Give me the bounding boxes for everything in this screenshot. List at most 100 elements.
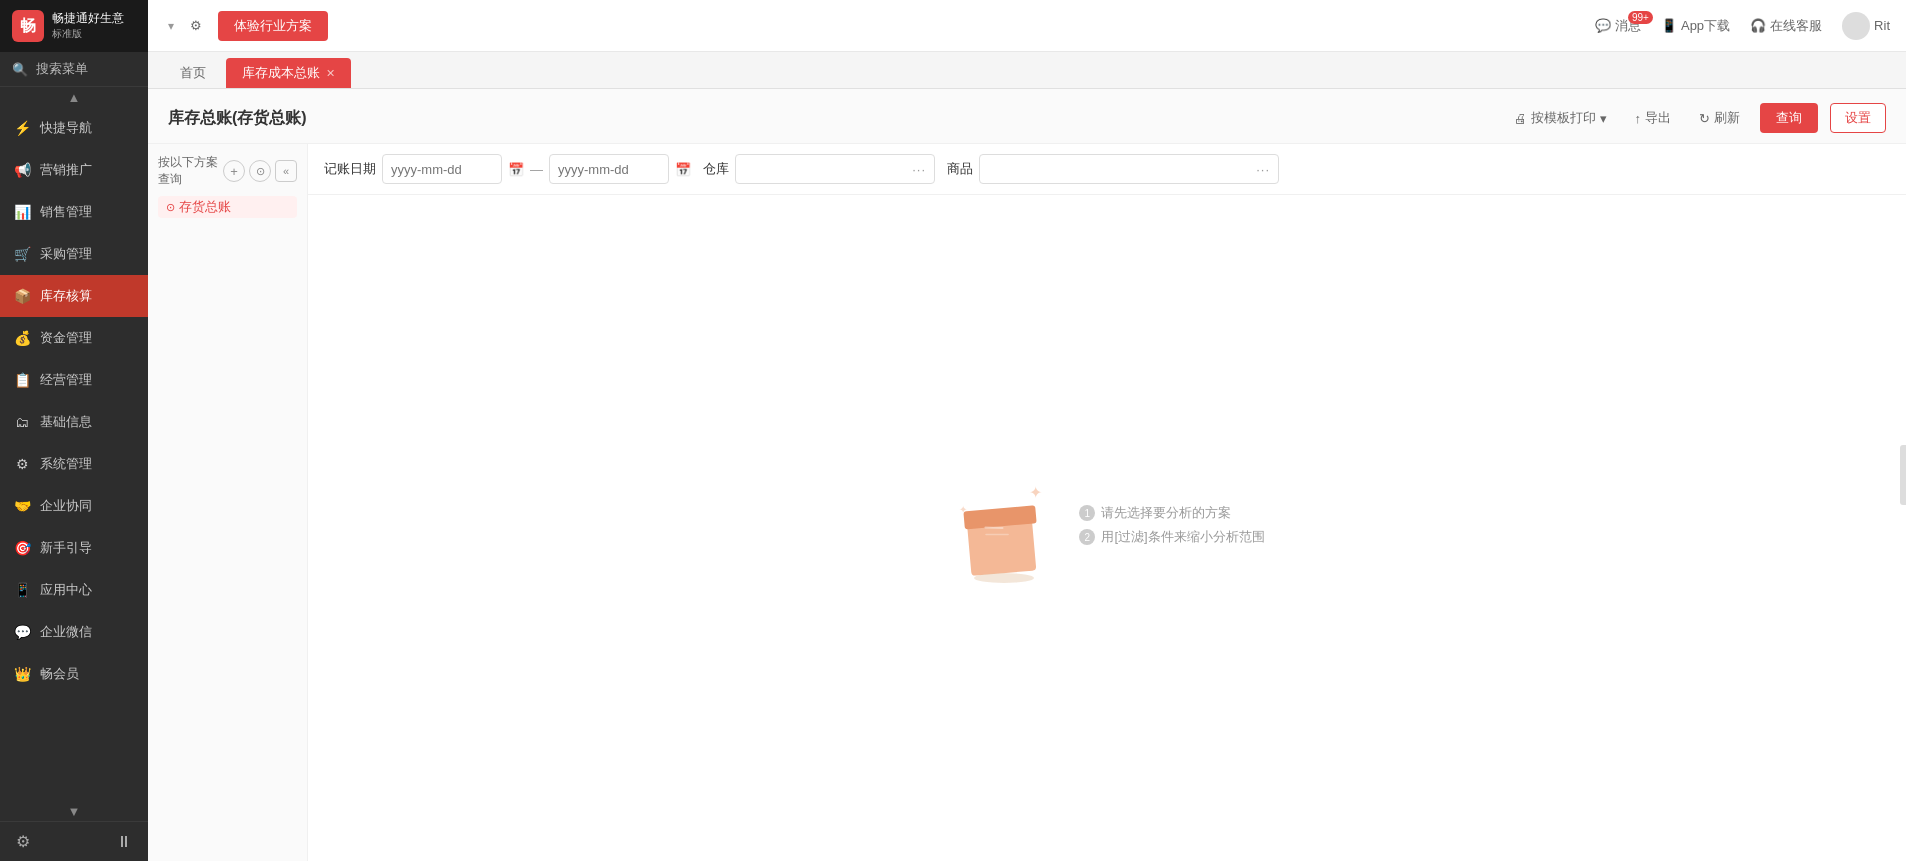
add-scheme-button[interactable]: +: [223, 160, 245, 182]
page-area: 库存总账(存货总账) 🖨 按模板打印 ▾ ↑ 导出 ↻ 刷新 查询 设置: [148, 89, 1906, 861]
empty-state: ✦ ✦ 1 请先选择要分析的方案 2 用[: [308, 195, 1906, 861]
sidebar-item-quick-nav[interactable]: ⚡ 快捷导航: [0, 107, 148, 149]
operations-icon: 📋: [12, 370, 32, 390]
sidebar-item-label: 企业微信: [40, 623, 92, 641]
date-filter-group: 记账日期 📅 — 📅: [324, 154, 691, 184]
date-start-input[interactable]: [382, 154, 502, 184]
topbar-settings-button[interactable]: ⚙: [182, 12, 210, 40]
step-2-circle: 2: [1079, 529, 1095, 545]
warehouse-select[interactable]: ···: [735, 154, 935, 184]
date-end-input[interactable]: [549, 154, 669, 184]
refresh-label: 刷新: [1714, 109, 1740, 127]
print-label: 按模板打印: [1531, 109, 1596, 127]
top-bar: ▾ ⚙ 体验行业方案 💬 消息 99+ 📱 App下载 🎧 在线客服: [148, 0, 1906, 52]
refresh-button[interactable]: ↻ 刷新: [1691, 105, 1748, 131]
online-support-button[interactable]: 🎧 在线客服: [1750, 17, 1822, 35]
filter-row: 记账日期 📅 — 📅 仓库 ···: [308, 144, 1906, 195]
system-icon: ⚙: [12, 454, 32, 474]
sidebar-item-finance[interactable]: 💰 资金管理: [0, 317, 148, 359]
app-download-label: App下载: [1681, 17, 1730, 35]
sidebar-item-basic[interactable]: 🗂 基础信息: [0, 401, 148, 443]
sidebar-item-enterprise[interactable]: 🤝 企业协同: [0, 485, 148, 527]
sidebar-item-label: 快捷导航: [40, 119, 92, 137]
filter-label: 按以下方案查询: [158, 154, 223, 188]
tab-home[interactable]: 首页: [164, 58, 222, 88]
member-icon: 👑: [12, 664, 32, 684]
top-bar-left: ▾ ⚙ 体验行业方案: [164, 11, 1595, 41]
avatar: [1842, 12, 1870, 40]
message-icon: 💬: [1595, 18, 1611, 33]
newbie-icon: 🎯: [12, 538, 32, 558]
print-icon: 🖨: [1514, 111, 1527, 126]
app-download-button[interactable]: 📱 App下载: [1661, 17, 1730, 35]
sidebar-item-label: 基础信息: [40, 413, 92, 431]
warehouse-more-icon[interactable]: ···: [912, 162, 926, 177]
tab-close-icon[interactable]: ✕: [326, 67, 335, 80]
sidebar-item-member[interactable]: 👑 畅会员: [0, 653, 148, 695]
message-badge: 99+: [1628, 11, 1653, 24]
search-menu-item[interactable]: 🔍 搜索菜单: [0, 52, 148, 87]
sidebar-item-inventory[interactable]: 📦 库存核算: [0, 275, 148, 317]
app-logo: 畅 畅捷通好生意 标准版: [0, 0, 148, 52]
scheme-item-inventory[interactable]: ⊙ 存货总账: [158, 196, 297, 218]
sidebar-item-sales[interactable]: 📊 销售管理: [0, 191, 148, 233]
trial-button[interactable]: 体验行业方案: [218, 11, 328, 41]
product-label: 商品: [947, 160, 973, 178]
audio-footer-icon[interactable]: ⏸: [116, 833, 132, 851]
product-more-icon[interactable]: ···: [1256, 162, 1270, 177]
sidebar-item-label: 系统管理: [40, 455, 92, 473]
breadcrumb: ▾: [164, 19, 174, 33]
svg-text:✦: ✦: [1029, 484, 1042, 501]
sidebar-item-system[interactable]: ⚙ 系统管理: [0, 443, 148, 485]
refresh-icon: ↻: [1699, 111, 1710, 126]
scheme-icon: ⊙: [166, 201, 175, 214]
scroll-down-arrow[interactable]: ▼: [0, 801, 148, 821]
calendar-end-icon[interactable]: 📅: [675, 162, 691, 177]
sidebar-item-label: 库存核算: [40, 287, 92, 305]
marketing-icon: 📢: [12, 160, 32, 180]
sidebar-item-purchase[interactable]: 🛒 采购管理: [0, 233, 148, 275]
hint-1: 1 请先选择要分析的方案: [1079, 504, 1264, 522]
settings-footer-icon[interactable]: ⚙: [16, 832, 30, 851]
scheme-name: 存货总账: [179, 198, 231, 216]
hint-1-text: 请先选择要分析的方案: [1101, 504, 1231, 522]
scroll-up-arrow[interactable]: ▲: [0, 87, 148, 107]
sidebar-footer: ⚙ ⏸: [0, 821, 148, 861]
product-filter-group: 商品 ···: [947, 154, 1279, 184]
main-content: ▾ ⚙ 体验行业方案 💬 消息 99+ 📱 App下载 🎧 在线客服: [148, 0, 1906, 861]
scroll-handle[interactable]: [1900, 445, 1906, 505]
sidebar-item-marketing[interactable]: 📢 营销推广: [0, 149, 148, 191]
message-button[interactable]: 💬 消息 99+: [1595, 17, 1641, 35]
export-button[interactable]: ↑ 导出: [1627, 105, 1680, 131]
search-menu-label: 搜索菜单: [36, 60, 88, 78]
scheme-panel: 按以下方案查询 + ⊙ « ⊙ 存货总账: [148, 144, 308, 861]
user-menu[interactable]: Rit: [1842, 12, 1890, 40]
tab-inventory-cost[interactable]: 库存成本总账 ✕: [226, 58, 351, 88]
empty-svg: ✦ ✦: [949, 478, 1059, 588]
inventory-icon: 📦: [12, 286, 32, 306]
headset-icon: 🎧: [1750, 18, 1766, 33]
edit-scheme-button[interactable]: ⊙: [249, 160, 271, 182]
sidebar-item-wechat[interactable]: 💬 企业微信: [0, 611, 148, 653]
calendar-start-icon[interactable]: 📅: [508, 162, 524, 177]
sidebar-item-label: 企业协同: [40, 497, 92, 515]
collapse-scheme-button[interactable]: «: [275, 160, 297, 182]
export-label: 导出: [1645, 109, 1671, 127]
empty-illustration: ✦ ✦: [949, 478, 1049, 578]
main-filter-area: 记账日期 📅 — 📅 仓库 ···: [308, 144, 1906, 861]
hint-2-text: 用[过滤]条件来缩小分析范围: [1101, 528, 1264, 546]
svg-text:✦: ✦: [959, 504, 967, 515]
print-button[interactable]: 🖨 按模板打印 ▾: [1506, 105, 1615, 131]
query-button[interactable]: 查询: [1760, 103, 1818, 133]
sidebar-item-operations[interactable]: 📋 经营管理: [0, 359, 148, 401]
sidebar-item-label: 经营管理: [40, 371, 92, 389]
tabs-bar: 首页 库存成本总账 ✕: [148, 52, 1906, 89]
sidebar-item-label: 资金管理: [40, 329, 92, 347]
appstore-icon: 📱: [12, 580, 32, 600]
sidebar-item-label: 采购管理: [40, 245, 92, 263]
product-select[interactable]: ···: [979, 154, 1279, 184]
sidebar-item-newbie[interactable]: 🎯 新手引导: [0, 527, 148, 569]
sidebar-item-appstore[interactable]: 📱 应用中心: [0, 569, 148, 611]
settings-button[interactable]: 设置: [1830, 103, 1886, 133]
empty-hints: 1 请先选择要分析的方案 2 用[过滤]条件来缩小分析范围: [1079, 504, 1264, 552]
